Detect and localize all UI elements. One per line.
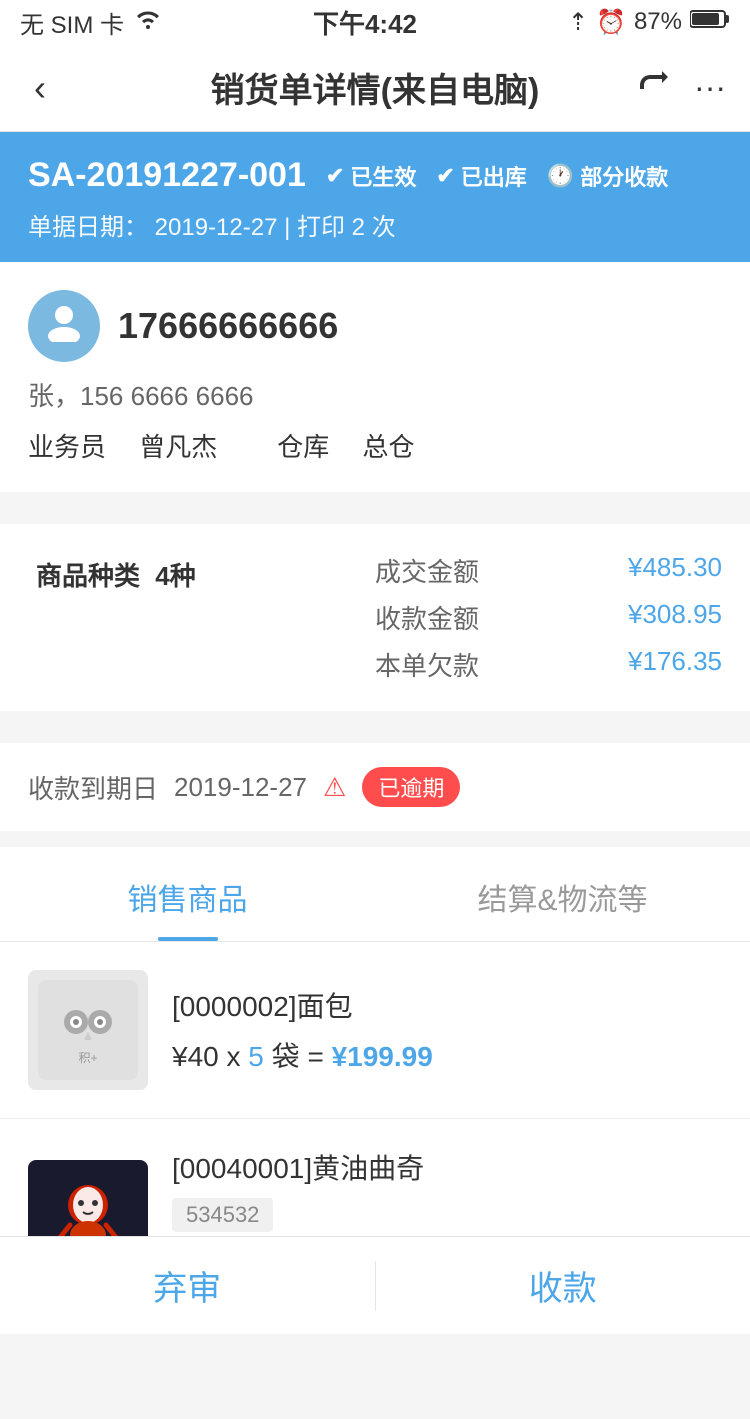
- check-icon-1: ✔: [326, 163, 344, 189]
- tab-settlement[interactable]: 结算&物流等: [375, 847, 750, 941]
- deal-amount-value: ¥485.30: [628, 552, 722, 589]
- product-sku-2: 534532: [172, 1198, 273, 1232]
- equals-1: =: [307, 1041, 331, 1072]
- stats-right: 成交金额 ¥485.30 收款金额 ¥308.95 本单欠款 ¥176.35: [375, 552, 722, 683]
- svg-text:积+: 积+: [78, 1051, 97, 1065]
- more-icon[interactable]: ···: [694, 69, 726, 106]
- customer-avatar: [28, 290, 100, 362]
- order-date: 2019-12-27: [155, 214, 278, 241]
- page-title: 销货单详情(来自电脑): [211, 63, 540, 112]
- confirm-button[interactable]: 收款: [376, 1241, 750, 1330]
- unit-1: 袋: [272, 1041, 300, 1072]
- due-date-section: 收款到期日 2019-12-27 ⚠ 已逾期: [0, 743, 750, 831]
- back-button[interactable]: ‹: [24, 57, 56, 119]
- warehouse-info: 仓库 总仓: [277, 427, 414, 464]
- time-display: 下午4:42: [313, 4, 417, 41]
- status-partial: 🕐 部分收款: [547, 160, 668, 192]
- check-icon-2: ✔: [436, 163, 454, 189]
- battery-icon: [690, 8, 730, 36]
- battery-text: 87%: [634, 8, 682, 36]
- alarm-icon: ⏰: [596, 8, 626, 37]
- avatar-icon: [43, 300, 85, 352]
- deal-amount-row: 成交金额 ¥485.30: [375, 552, 722, 589]
- status-left: 无 SIM 卡: [20, 5, 162, 40]
- product-item: 积+ [0000002]面包 ¥40 x 5 袋 = ¥199.99: [0, 942, 750, 1119]
- clock-icon: 🕐: [547, 163, 574, 189]
- tab-settlement-label: 结算&物流等: [477, 884, 647, 917]
- owed-row: 本单欠款 ¥176.35: [375, 646, 722, 683]
- qty-1: 5: [248, 1041, 264, 1072]
- product-price-1: ¥40 x 5 袋 = ¥199.99: [172, 1035, 722, 1075]
- bottom-spacer: [0, 1321, 750, 1419]
- nav-right-actions: ···: [640, 69, 726, 107]
- tab-products-label: 销售商品: [128, 884, 248, 917]
- customer-meta: 业务员 曾凡杰 仓库 总仓: [28, 427, 722, 464]
- product-kind-row: 商品种类 4种: [28, 556, 375, 593]
- deal-amount-label: 成交金额: [375, 552, 479, 589]
- tabs-section: 销售商品 结算&物流等: [0, 847, 750, 942]
- header-date-row: 单据日期： 2019-12-27 | 打印 2 次: [28, 207, 722, 242]
- collection-value: ¥308.95: [628, 599, 722, 636]
- print-count: | 打印 2 次: [284, 214, 396, 241]
- warehouse-label: 仓库: [277, 432, 329, 462]
- customer-name-phone: 张，156 6666 6666: [28, 376, 722, 413]
- salesperson-label: 业务员: [28, 432, 106, 462]
- status-active-label: 已生效: [350, 160, 416, 192]
- kind-label: 商品种类: [36, 561, 140, 591]
- order-id: SA-20191227-001: [28, 156, 306, 195]
- status-partial-label: 部分收款: [580, 160, 668, 192]
- status-right: ⇡ ⏰ 87%: [568, 8, 730, 37]
- signal-text: 无 SIM 卡: [20, 5, 124, 40]
- due-date-value: 2019-12-27: [174, 772, 307, 803]
- status-bar: 无 SIM 卡 下午4:42 ⇡ ⏰ 87%: [0, 0, 750, 44]
- stats-section: 商品种类 4种 成交金额 ¥485.30 收款金额 ¥308.95 本单欠款 ¥…: [0, 524, 750, 711]
- location-icon: ⇡: [568, 8, 588, 37]
- warehouse-value: 总仓: [363, 432, 415, 462]
- multiply-1: x: [227, 1041, 249, 1072]
- due-date-label: 收款到期日: [28, 769, 158, 806]
- collection-label: 收款金额: [375, 599, 479, 636]
- status-active: ✔ 已生效: [326, 160, 416, 192]
- owed-value: ¥176.35: [628, 646, 722, 683]
- product-name-2: [00040001]黄油曲奇: [172, 1147, 722, 1187]
- cancel-button[interactable]: 弃审: [0, 1241, 375, 1330]
- kind-value: 4种: [155, 561, 195, 591]
- nav-bar: ‹ 销货单详情(来自电脑) ···: [0, 44, 750, 132]
- collection-row: 收款金额 ¥308.95: [375, 599, 722, 636]
- date-label: 单据日期：: [28, 214, 148, 241]
- tab-products[interactable]: 销售商品: [0, 847, 375, 941]
- overdue-badge: 已逾期: [362, 767, 460, 807]
- overdue-icon: ⚠: [323, 772, 346, 803]
- product-info-1: [0000002]面包 ¥40 x 5 袋 = ¥199.99: [172, 985, 722, 1075]
- divider-2: [0, 727, 750, 743]
- divider-1: [0, 508, 750, 524]
- product-name-1: [0000002]面包: [172, 985, 722, 1025]
- salesperson-value: 曾凡杰: [139, 432, 217, 462]
- customer-section: 17666666666 张，156 6666 6666 业务员 曾凡杰 仓库 总…: [0, 262, 750, 492]
- header-banner: SA-20191227-001 ✔ 已生效 ✔ 已出库 🕐 部分收款 单据日期：…: [0, 132, 750, 262]
- status-shipped: ✔ 已出库: [436, 160, 526, 192]
- share-icon[interactable]: [640, 69, 670, 107]
- customer-header: 17666666666: [28, 290, 722, 362]
- order-id-row: SA-20191227-001 ✔ 已生效 ✔ 已出库 🕐 部分收款: [28, 156, 722, 195]
- product-image-1: 积+: [28, 970, 148, 1090]
- wifi-icon: [134, 8, 162, 36]
- salesperson-info: 业务员 曾凡杰: [28, 427, 217, 464]
- bottom-bar: 弃审 收款: [0, 1236, 750, 1334]
- status-shipped-label: 已出库: [461, 160, 527, 192]
- stats-left: 商品种类 4种: [28, 552, 375, 593]
- customer-id: 17666666666: [118, 305, 338, 347]
- owed-label: 本单欠款: [375, 646, 479, 683]
- price-1: ¥40: [172, 1041, 219, 1072]
- total-1: ¥199.99: [332, 1041, 433, 1072]
